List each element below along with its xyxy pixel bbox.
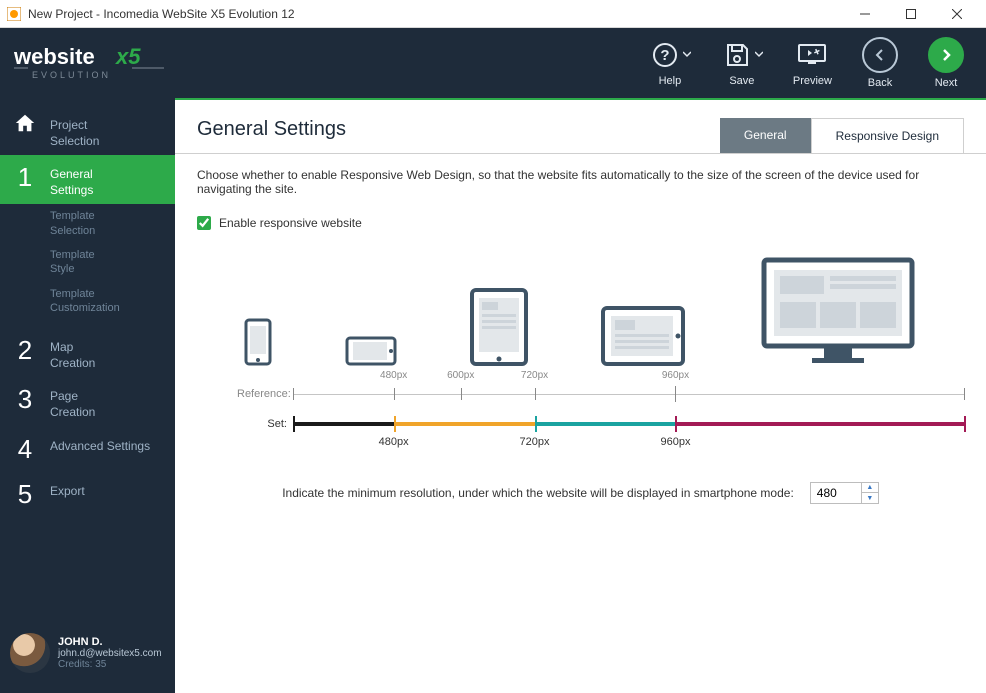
nav-step-3[interactable]: 3 Page Creation (0, 377, 175, 426)
ref-tick-960: 960px (662, 370, 689, 381)
set-bp-720: 720px (520, 436, 550, 448)
preview-label: Preview (793, 75, 832, 87)
sub-template-selection[interactable]: Template Selection (50, 204, 175, 243)
phone-portrait-icon (244, 318, 272, 366)
set-bp-480: 480px (379, 436, 409, 448)
ref-tick-720: 720px (521, 370, 548, 381)
tablet-portrait-icon (470, 288, 528, 366)
back-label: Back (868, 77, 892, 89)
sub-template-style[interactable]: Template Style (50, 243, 175, 282)
back-icon (862, 37, 898, 73)
nav-step-1-subs: Template Selection Template Style Templa… (0, 204, 175, 328)
user-email: john.d@websitex5.com (58, 648, 162, 659)
tab-general[interactable]: General (720, 118, 811, 153)
page-title: General Settings (197, 118, 720, 153)
svg-text:?: ? (660, 47, 669, 64)
set-label: Set: (237, 418, 293, 430)
preview-button[interactable]: Preview (793, 39, 832, 87)
min-res-label: Indicate the minimum resolution, under w… (282, 486, 794, 500)
nav-step-5[interactable]: 5 Export (0, 472, 175, 518)
step-number: 1 (10, 161, 40, 195)
enable-responsive-label: Enable responsive website (219, 216, 362, 230)
close-button[interactable] (934, 0, 980, 28)
nav-step-2[interactable]: 2 Map Creation (0, 328, 175, 377)
min-res-input[interactable] (811, 484, 861, 502)
next-button[interactable]: Next (928, 37, 964, 89)
set-track[interactable]: 480px 720px 960px (293, 414, 964, 434)
enable-responsive-checkbox[interactable] (197, 216, 211, 230)
tab-responsive[interactable]: Responsive Design (811, 118, 964, 153)
content: Choose whether to enable Responsive Web … (175, 153, 986, 526)
topbar: ? Help Save Preview Back (175, 28, 986, 100)
svg-text:website: website (14, 44, 95, 69)
spin-up-icon[interactable]: ▲ (862, 483, 878, 493)
step-label: General Settings (50, 161, 93, 198)
ref-tick-600: 600px (447, 370, 474, 381)
minimize-button[interactable] (842, 0, 888, 28)
maximize-button[interactable] (888, 0, 934, 28)
step-label: Map Creation (50, 334, 95, 371)
tabs: General Responsive Design (720, 118, 964, 153)
help-button[interactable]: ? Help (649, 39, 691, 87)
next-icon (928, 37, 964, 73)
nav-step-4[interactable]: 4 Advanced Settings (0, 427, 175, 473)
save-icon (721, 39, 753, 71)
step-number: 4 (10, 433, 40, 467)
save-button[interactable]: Save (721, 39, 763, 87)
titlebar: New Project - Incomedia WebSite X5 Evolu… (0, 0, 986, 28)
device-illustration (197, 248, 964, 384)
user-area: JOHN D. john.d@websitex5.com Credits: 35 (0, 621, 175, 693)
chevron-down-icon (683, 49, 691, 61)
phone-landscape-icon (345, 336, 397, 366)
nav-home[interactable]: Project Selection (0, 106, 175, 155)
intro-text: Choose whether to enable Responsive Web … (197, 168, 964, 196)
avatar[interactable] (10, 633, 50, 673)
svg-text:EVOLUTION: EVOLUTION (32, 70, 111, 80)
min-res-spinner[interactable]: ▲ ▼ (810, 482, 879, 504)
step-label: Page Creation (50, 383, 95, 420)
logo: website x5 EVOLUTION (0, 28, 175, 106)
nav-step-1[interactable]: 1 General Settings (0, 155, 175, 204)
back-button[interactable]: Back (862, 37, 898, 89)
help-label: Help (659, 75, 682, 87)
home-icon (10, 112, 40, 141)
step-number: 5 (10, 478, 40, 512)
set-bp-960: 960px (660, 436, 690, 448)
user-credits: Credits: 35 (58, 659, 162, 670)
sub-template-customization[interactable]: Template Customization (50, 282, 175, 321)
user-name: JOHN D. (58, 636, 162, 648)
save-label: Save (729, 75, 754, 87)
nav-home-label: Project Selection (50, 112, 99, 149)
reference-track: 480px 600px 720px 960px (293, 384, 964, 404)
preview-icon (796, 39, 828, 71)
svg-text:x5: x5 (115, 44, 141, 69)
ref-tick-480: 480px (380, 370, 407, 381)
tablet-landscape-icon (601, 306, 685, 366)
nav: Project Selection 1 General Settings Tem… (0, 106, 175, 621)
desktop-icon (758, 256, 918, 366)
step-label: Advanced Settings (50, 433, 150, 455)
window-title: New Project - Incomedia WebSite X5 Evolu… (28, 7, 295, 21)
help-icon: ? (649, 39, 681, 71)
chevron-down-icon (755, 49, 763, 61)
enable-responsive-row[interactable]: Enable responsive website (197, 216, 964, 230)
step-label: Export (50, 478, 85, 500)
step-number: 3 (10, 383, 40, 417)
reference-label: Reference: (237, 388, 293, 400)
app-icon (6, 6, 22, 22)
next-label: Next (935, 77, 958, 89)
step-number: 2 (10, 334, 40, 368)
sidebar: website x5 EVOLUTION Project Selection 1… (0, 28, 175, 693)
spin-down-icon[interactable]: ▼ (862, 493, 878, 503)
